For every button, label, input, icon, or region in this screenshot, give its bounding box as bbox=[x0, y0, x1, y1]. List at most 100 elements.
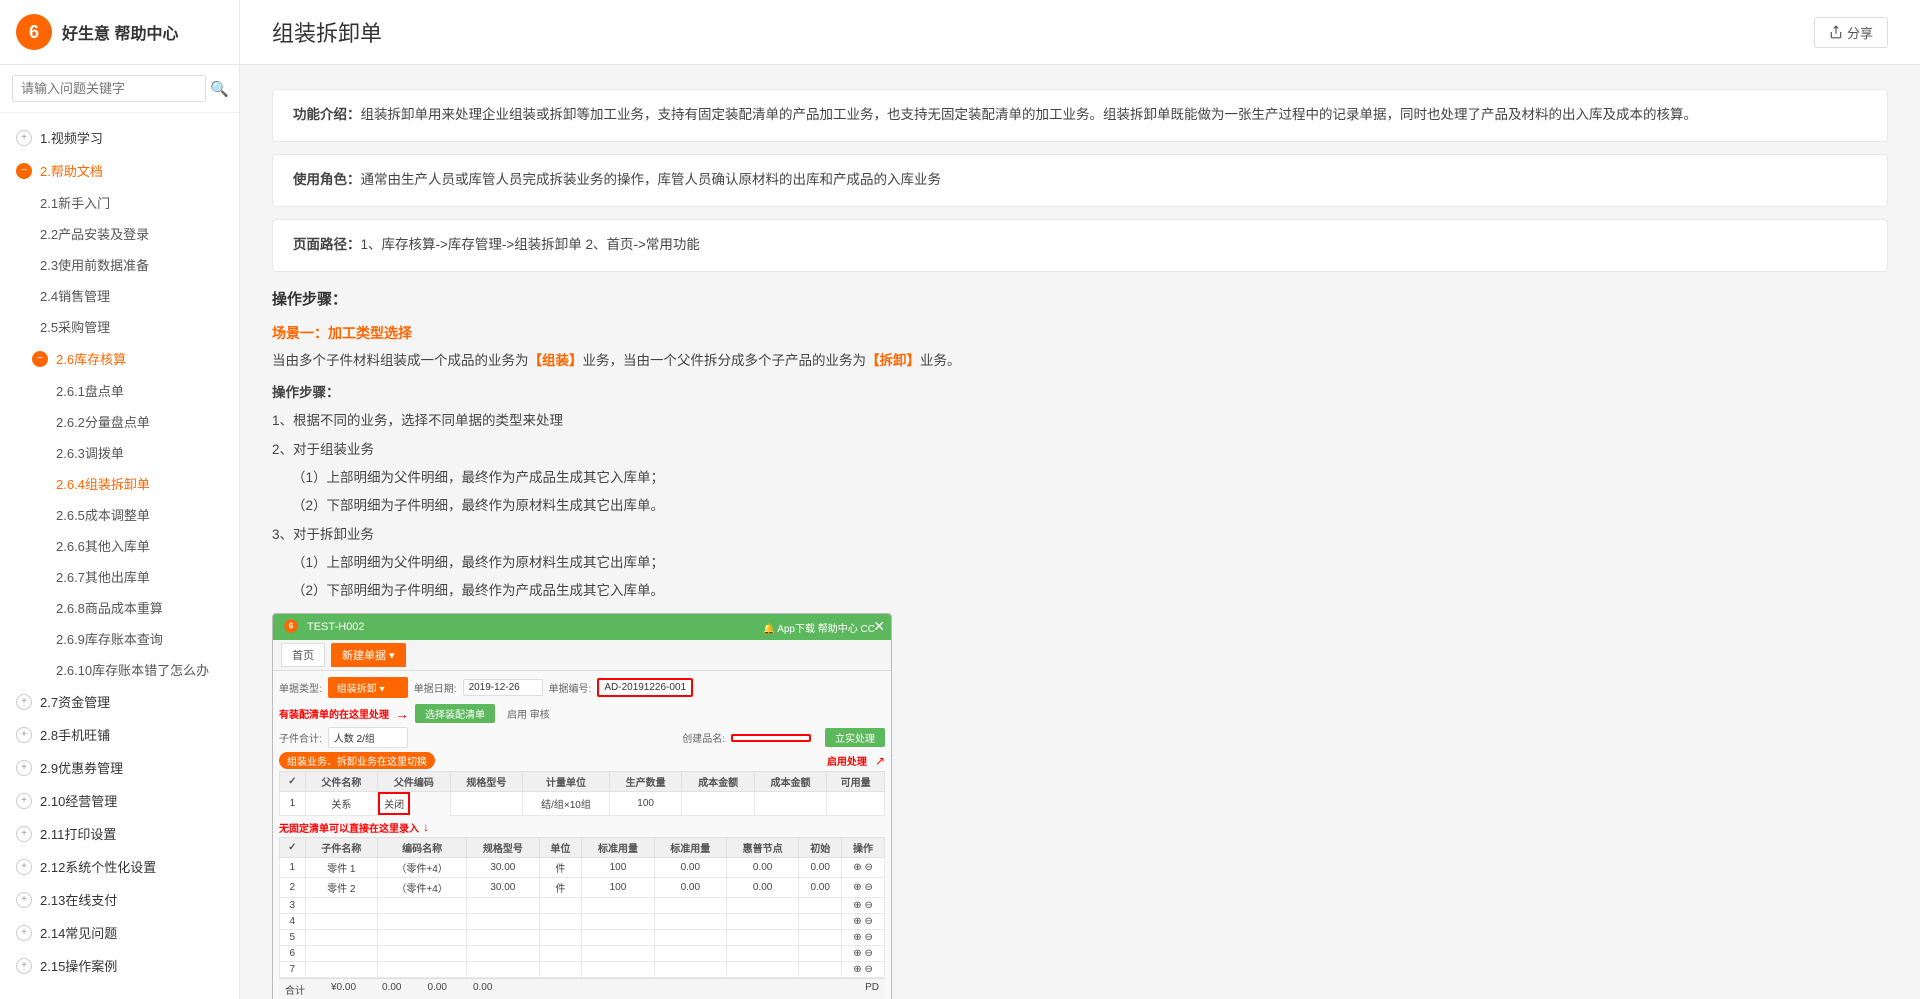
svg-text:6: 6 bbox=[289, 622, 294, 631]
ss-sub-table-header: ✓ 子件名称 编码名称 规格型号 单位 标准用量 标准用量 惠普节点 初始 操作 bbox=[280, 837, 885, 857]
ss-ann2-row: 无固定清单可以直接在这里录入 ↓ bbox=[279, 820, 885, 835]
expand-icon-s2: − bbox=[16, 163, 32, 179]
ss-sub-total: 人数 2/组 bbox=[328, 727, 408, 748]
ss-form-row2: 子件合计: 人数 2/组 创建品名: 立实处理 bbox=[279, 727, 885, 748]
path-block: 页面路径：1、库存核算->库存管理->组装拆卸单 2、首页->常用功能 bbox=[272, 219, 1888, 272]
step3-sub1: （1）上部明细为父件明细，最终作为原材料生成其它出库单； bbox=[272, 551, 1888, 575]
sidebar-item-s2-1[interactable]: 2.1新手入门 bbox=[0, 187, 239, 218]
expand-icon-s2-8: + bbox=[16, 727, 32, 743]
sidebar-item-s1[interactable]: + 1.视频学习 bbox=[0, 121, 239, 154]
sidebar-item-s2-6-3[interactable]: 2.6.3调拨单 bbox=[0, 437, 239, 468]
search-button[interactable]: 🔍 bbox=[210, 80, 229, 98]
step3-sub2: （2）下部明细为子件明细，最终作为产成品生成其它入库单。 bbox=[272, 579, 1888, 603]
table-row: 5 ⊕ ⊖ bbox=[280, 929, 885, 945]
ss-sub-table: ✓ 子件名称 编码名称 规格型号 单位 标准用量 标准用量 惠普节点 初始 操作 bbox=[279, 837, 885, 978]
ss-number: AD-20191226-001 bbox=[597, 678, 693, 697]
ss-bottom-row: 合计 ¥0.00 0.00 0.00 0.00 PD bbox=[279, 978, 885, 999]
sidebar-item-s2-3[interactable]: 2.3使用前数据准备 bbox=[0, 249, 239, 280]
role-text: 通常由生产人员或库管人员完成拆装业务的操作，库管人员确认原材料的出库和产成品的入… bbox=[361, 172, 942, 187]
page-header: 组装拆卸单 分享 bbox=[240, 0, 1920, 65]
ss-badge-assembly: 组装业务、拆卸业务在这里切换 bbox=[279, 752, 435, 769]
table-row: 3 ⊕ ⊖ bbox=[280, 897, 885, 913]
sidebar-item-s2-13[interactable]: + 2.13在线支付 bbox=[0, 883, 239, 916]
sidebar-item-s2-6-10[interactable]: 2.6.10库存账本错了怎么办 bbox=[0, 654, 239, 685]
sidebar-item-s2-6-7[interactable]: 2.6.7其他出库单 bbox=[0, 561, 239, 592]
ss-logo: 6 bbox=[283, 618, 299, 637]
table-row: 1 关系 关闭 结/组×10组 100 bbox=[280, 792, 885, 816]
sidebar-item-s2-6-1[interactable]: 2.6.1盘点单 bbox=[0, 375, 239, 406]
sidebar-item-s2-12[interactable]: + 2.12系统个性化设置 bbox=[0, 850, 239, 883]
page-title: 组装拆卸单 bbox=[272, 16, 382, 48]
expand-icon-s2-7: + bbox=[16, 694, 32, 710]
sidebar-item-s2-6-5[interactable]: 2.6.5成本调整单 bbox=[0, 499, 239, 530]
sidebar-item-s2-2[interactable]: 2.2产品安装及登录 bbox=[0, 218, 239, 249]
ss-parent-table-header: ✓ 父件名称 父件编码 规格型号 计量单位 生产数量 成本金额 成本金额 可用量 bbox=[280, 772, 885, 792]
function-intro-text: 组装拆卸单用来处理企业组装或拆卸等加工业务，支持有固定装配清单的产品加工业务，也… bbox=[361, 107, 1698, 122]
app-logo: 6 bbox=[16, 14, 52, 50]
expand-icon-s2-6: − bbox=[32, 351, 48, 367]
expand-icon-s2-11: + bbox=[16, 826, 32, 842]
path-text: 1、库存核算->库存管理->组装拆卸单 2、首页->常用功能 bbox=[361, 237, 700, 252]
role-label: 使用角色： bbox=[293, 172, 361, 187]
table-row: 7 ⊕ ⊖ bbox=[280, 961, 885, 977]
sidebar-item-s2-15[interactable]: + 2.15操作案例 bbox=[0, 949, 239, 982]
ss-type-select: 组装拆卸 ▾ bbox=[328, 677, 408, 698]
expand-icon-s2-9: + bbox=[16, 760, 32, 776]
ss-parent-table: ✓ 父件名称 父件编码 规格型号 计量单位 生产数量 成本金额 成本金额 可用量 bbox=[279, 771, 885, 816]
share-button[interactable]: 分享 bbox=[1814, 17, 1888, 48]
function-intro-label: 功能介绍： bbox=[293, 107, 361, 122]
main-content: 组装拆卸单 分享 功能介绍：组装拆卸单用来处理企业组装或拆卸等加工业务，支持有固… bbox=[240, 0, 1920, 999]
sidebar: 6 好生意 帮助中心 🔍 + 1.视频学习 − 2.帮助文档 2.1新手入门 2… bbox=[0, 0, 240, 999]
ss-apply-btn: 选择装配清单 bbox=[415, 704, 495, 723]
ann1-text: 有装配清单的在这里处理 bbox=[279, 706, 389, 721]
scene1-steps-title: 操作步骤： bbox=[272, 381, 1888, 405]
sidebar-item-s2-14[interactable]: + 2.14常见问题 bbox=[0, 916, 239, 949]
ss-brand bbox=[731, 734, 811, 742]
screenshot-container: 6 TEST-H002 🔔 App下载 帮助中心 CC ✕ 首页 新建单据 ▾ … bbox=[272, 613, 892, 999]
sidebar-item-s2-7[interactable]: + 2.7资金管理 bbox=[0, 685, 239, 718]
screenshot-titlebar: 6 TEST-H002 🔔 App下载 帮助中心 CC ✕ bbox=[273, 614, 891, 640]
table-row: 2 零件 2 （零件+4） 30.00 件 100 0.00 0.00 0.00… bbox=[280, 877, 885, 897]
expand-icon-s2-10: + bbox=[16, 793, 32, 809]
path-label: 页面路径： bbox=[293, 237, 361, 252]
table-row: 4 ⊕ ⊖ bbox=[280, 913, 885, 929]
ss-tab-home: 首页 bbox=[281, 643, 325, 667]
sidebar-item-s2-8[interactable]: + 2.8手机旺铺 bbox=[0, 718, 239, 751]
ss-parent-table-body: 1 关系 关闭 结/组×10组 100 bbox=[280, 792, 885, 816]
search-input[interactable] bbox=[12, 75, 206, 102]
scene1-title: 场景一：加工类型选择 bbox=[272, 323, 1888, 343]
expand-icon-s2-12: + bbox=[16, 859, 32, 875]
expand-icon-s2-15: + bbox=[16, 958, 32, 974]
sidebar-item-s2-6-8[interactable]: 2.6.8商品成本重算 bbox=[0, 592, 239, 623]
function-intro-block: 功能介绍：组装拆卸单用来处理企业组装或拆卸等加工业务，支持有固定装配清单的产品加… bbox=[272, 89, 1888, 142]
sidebar-item-s2-11[interactable]: + 2.11打印设置 bbox=[0, 817, 239, 850]
share-icon bbox=[1829, 25, 1843, 39]
content-area: 功能介绍：组装拆卸单用来处理企业组装或拆卸等加工业务，支持有固定装配清单的产品加… bbox=[240, 65, 1920, 999]
step3: 3、对于拆卸业务 bbox=[272, 523, 1888, 547]
scene1-desc: 当由多个子件材料组装成一个成品的业务为【组装】业务，当由一个父件拆分成多个子产品… bbox=[272, 349, 1888, 373]
sidebar-item-s2-6-2[interactable]: 2.6.2分量盘点单 bbox=[0, 406, 239, 437]
screenshot-top-nav: 首页 新建单据 ▾ bbox=[273, 640, 891, 671]
role-block: 使用角色：通常由生产人员或库管人员完成拆装业务的操作，库管人员确认原材料的出库和… bbox=[272, 154, 1888, 207]
step1: 1、根据不同的业务，选择不同单据的类型来处理 bbox=[272, 409, 1888, 433]
sidebar-item-s2-6-9[interactable]: 2.6.9库存账本查询 bbox=[0, 623, 239, 654]
ss-logo-icon: 6 bbox=[283, 618, 299, 634]
ss-tab-new: 新建单据 ▾ bbox=[331, 643, 406, 667]
ann4-text: 无固定清单可以直接在这里录入 bbox=[279, 820, 419, 835]
expand-icon-s2-13: + bbox=[16, 892, 32, 908]
step2-sub2: （2）下部明细为子件明细，最终作为原材料生成其它出库单。 bbox=[272, 494, 1888, 518]
sidebar-item-s2-10[interactable]: + 2.10经营管理 bbox=[0, 784, 239, 817]
sidebar-item-s2-6-6[interactable]: 2.6.6其他入库单 bbox=[0, 530, 239, 561]
sidebar-header: 6 好生意 帮助中心 bbox=[0, 0, 239, 65]
ss-date: 2019-12-26 bbox=[463, 679, 543, 696]
sidebar-item-s2-4[interactable]: 2.4销售管理 bbox=[0, 280, 239, 311]
sidebar-item-s2-6[interactable]: − 2.6库存核算 bbox=[0, 342, 239, 375]
sidebar-item-s2-5[interactable]: 2.5采购管理 bbox=[0, 311, 239, 342]
sidebar-item-s2[interactable]: − 2.帮助文档 bbox=[0, 154, 239, 187]
sidebar-item-s2-6-4[interactable]: 2.6.4组装拆卸单 bbox=[0, 468, 239, 499]
ss-form-row1: 单据类型: 组装拆卸 ▾ 单据日期: 2019-12-26 单据编号: AD-2… bbox=[279, 677, 885, 723]
sidebar-item-s2-9[interactable]: + 2.9优惠券管理 bbox=[0, 751, 239, 784]
search-box[interactable]: 🔍 bbox=[0, 65, 239, 113]
screenshot-content: 单据类型: 组装拆卸 ▾ 单据日期: 2019-12-26 单据编号: AD-2… bbox=[273, 671, 891, 999]
expand-icon-s1: + bbox=[16, 130, 32, 146]
